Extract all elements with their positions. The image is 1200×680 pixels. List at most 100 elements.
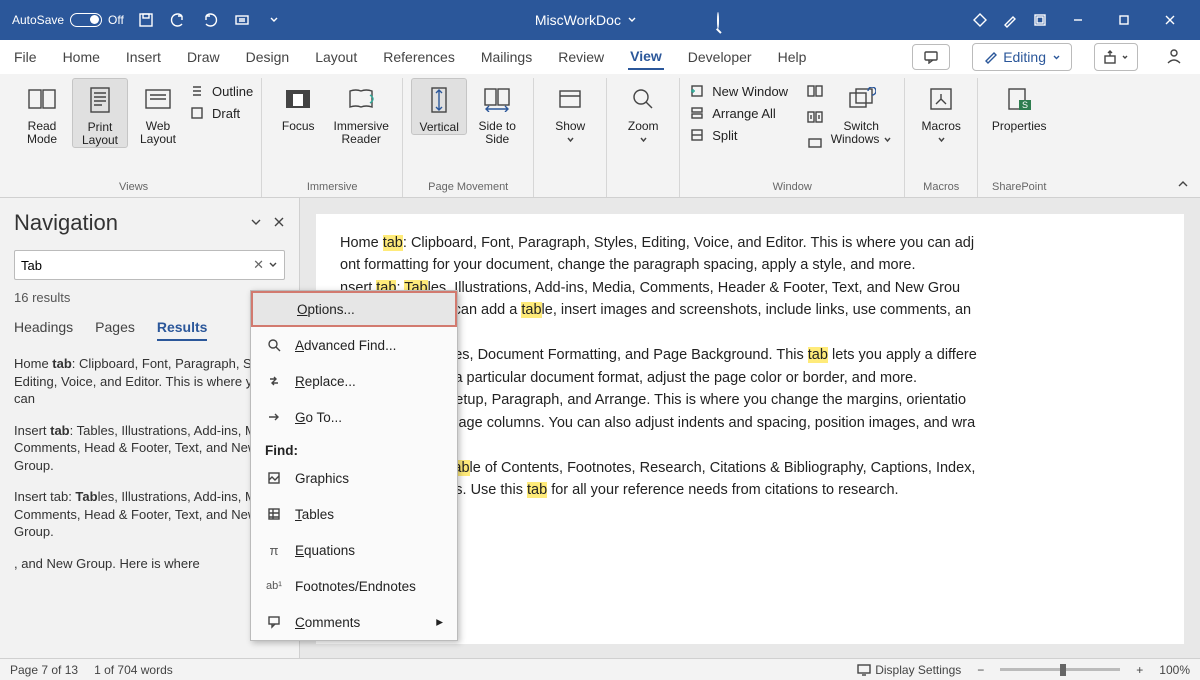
properties-button[interactable]: S Properties <box>986 78 1052 133</box>
menu-find-graphics[interactable]: Graphics <box>251 460 457 496</box>
quick-access-dropdown-icon[interactable] <box>228 6 256 34</box>
find-icon <box>265 336 283 354</box>
nav-result-item[interactable]: , and New Group. Here is where <box>14 555 285 573</box>
macros-button[interactable]: Macros <box>913 78 969 146</box>
tab-design[interactable]: Design <box>244 45 292 69</box>
search-icon[interactable] <box>717 13 719 28</box>
view-side-by-side-icon[interactable] <box>806 82 824 100</box>
account-icon[interactable] <box>1160 47 1188 68</box>
menu-find-equations[interactable]: π Equations <box>251 532 457 568</box>
focus-button[interactable]: Focus <box>270 78 326 133</box>
save-icon[interactable] <box>132 6 160 34</box>
vertical-icon <box>422 83 456 117</box>
minimize-button[interactable] <box>1056 6 1100 34</box>
nav-result-item[interactable]: Home tab: Clipboard, Font, Paragraph, St… <box>14 355 285 408</box>
chevron-down-icon[interactable] <box>249 215 263 231</box>
window-control-icon[interactable] <box>1026 6 1054 34</box>
tab-mailings[interactable]: Mailings <box>479 45 534 69</box>
autosave-toggle[interactable]: AutoSave Off <box>8 13 128 27</box>
zoom-out-button[interactable]: − <box>977 663 984 677</box>
nav-tab-pages[interactable]: Pages <box>95 319 135 341</box>
overflow-icon[interactable] <box>260 6 288 34</box>
undo-icon[interactable] <box>164 6 192 34</box>
group-page-movement: Vertical Side to Side Page Movement <box>403 78 534 197</box>
draft-button[interactable]: Draft <box>188 104 253 122</box>
tab-help[interactable]: Help <box>776 45 809 69</box>
nav-result-item[interactable]: Insert tab: Tables, Illustrations, Add-i… <box>14 488 285 541</box>
display-settings-button[interactable]: Display Settings <box>857 663 961 677</box>
nav-result-item[interactable]: Insert tab: Tables, Illustrations, Add-i… <box>14 422 285 475</box>
tab-review[interactable]: Review <box>556 45 606 69</box>
close-pane-icon[interactable] <box>273 215 285 231</box>
nav-tab-results[interactable]: Results <box>157 319 208 341</box>
nav-search-input[interactable]: ✕ <box>14 250 285 280</box>
maximize-button[interactable] <box>1102 6 1146 34</box>
graphics-icon <box>265 469 283 487</box>
group-label: Macros <box>913 179 969 197</box>
search-field[interactable] <box>21 258 249 273</box>
menu-options[interactable]: Options... <box>251 291 457 327</box>
reset-window-icon[interactable] <box>806 134 824 152</box>
tab-view[interactable]: View <box>628 44 664 70</box>
properties-icon: S <box>1002 82 1036 116</box>
group-label: Window <box>688 179 896 197</box>
status-words[interactable]: 1 of 704 words <box>94 663 173 677</box>
web-layout-button[interactable]: Web Layout <box>130 78 186 146</box>
menu-replace[interactable]: Replace... <box>251 363 457 399</box>
toggle-icon <box>70 13 102 27</box>
split-button[interactable]: Split <box>688 126 798 144</box>
immersive-reader-button[interactable]: Immersive Reader <box>328 78 394 146</box>
close-button[interactable] <box>1148 6 1192 34</box>
zoom-button[interactable]: Zoom <box>615 78 671 146</box>
status-page[interactable]: Page 7 of 13 <box>10 663 78 677</box>
switch-windows-button[interactable]: Switch Windows <box>826 78 896 146</box>
side-to-side-icon <box>480 82 514 116</box>
group-label: Views <box>14 179 253 197</box>
tab-insert[interactable]: Insert <box>124 45 163 69</box>
group-sharepoint: S Properties SharePoint <box>978 78 1060 197</box>
nav-tab-headings[interactable]: Headings <box>14 319 73 341</box>
menu-find-footnotes[interactable]: ab¹ Footnotes/Endnotes <box>251 568 457 604</box>
sync-scroll-icon[interactable] <box>806 108 824 126</box>
show-icon <box>553 82 587 116</box>
ribbon: Read Mode Print Layout Web Layout Outlin… <box>0 74 1200 198</box>
vertical-button[interactable]: Vertical <box>411 78 467 135</box>
menu-find-tables[interactable]: Tables <box>251 496 457 532</box>
group-label: Page Movement <box>411 179 525 197</box>
arrange-all-button[interactable]: Arrange All <box>688 104 798 122</box>
zoom-in-button[interactable]: + <box>1136 663 1143 677</box>
tab-file[interactable]: File <box>12 45 39 69</box>
read-mode-button[interactable]: Read Mode <box>14 78 70 146</box>
zoom-icon <box>626 82 660 116</box>
tab-references[interactable]: References <box>381 45 457 69</box>
web-layout-icon <box>141 82 175 116</box>
menu-goto[interactable]: Go To... <box>251 399 457 435</box>
brush-icon[interactable] <box>996 6 1024 34</box>
show-button[interactable]: Show <box>542 78 598 146</box>
tab-draw[interactable]: Draw <box>185 45 222 69</box>
clear-search-icon[interactable]: ✕ <box>249 257 268 273</box>
outline-button[interactable]: Outline <box>188 82 253 100</box>
goto-icon <box>265 408 283 426</box>
zoom-level[interactable]: 100% <box>1159 663 1190 677</box>
diamond-icon[interactable] <box>966 6 994 34</box>
side-to-side-button[interactable]: Side to Side <box>469 78 525 146</box>
comments-button[interactable] <box>912 44 950 70</box>
status-bar: Page 7 of 13 1 of 704 words Display Sett… <box>0 658 1200 680</box>
editing-mode-button[interactable]: Editing <box>972 43 1072 71</box>
document-title[interactable]: MiscWorkDoc <box>535 12 637 28</box>
print-layout-button[interactable]: Print Layout <box>72 78 128 148</box>
print-layout-icon <box>83 83 117 117</box>
ribbon-tabs: File Home Insert Draw Design Layout Refe… <box>0 40 1200 74</box>
tab-home[interactable]: Home <box>61 45 102 69</box>
collapse-ribbon-icon[interactable] <box>1176 177 1190 193</box>
tab-layout[interactable]: Layout <box>313 45 359 69</box>
share-button[interactable] <box>1094 43 1138 71</box>
new-window-button[interactable]: New Window <box>688 82 798 100</box>
tab-developer[interactable]: Developer <box>686 45 754 69</box>
menu-find-comments[interactable]: Comments ▸ <box>251 604 457 640</box>
zoom-slider[interactable] <box>1000 668 1120 671</box>
redo-icon[interactable] <box>196 6 224 34</box>
menu-advanced-find[interactable]: Advanced Find... <box>251 327 457 363</box>
search-dropdown-icon[interactable] <box>268 258 278 273</box>
